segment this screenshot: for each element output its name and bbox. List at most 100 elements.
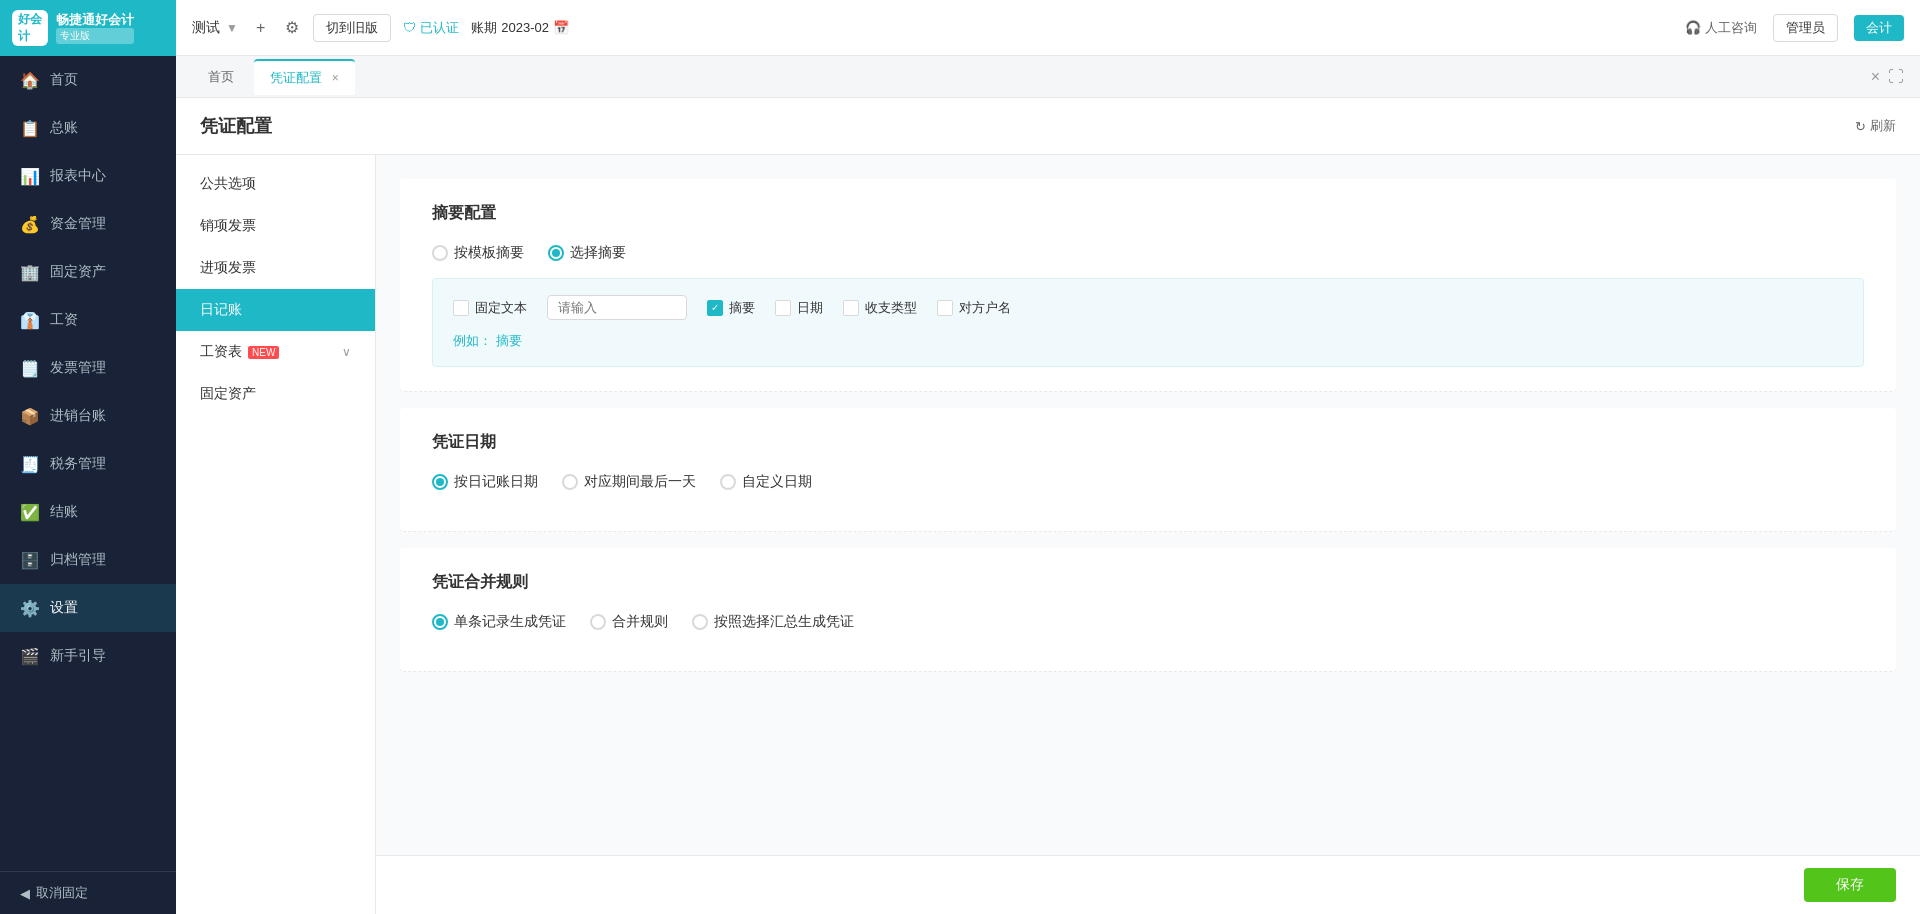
payroll-expand-icon: ∨ [342, 345, 351, 359]
left-nav-purchase-label: 进项发票 [200, 259, 256, 275]
sidebar-item-ledger[interactable]: 📋 总账 [0, 104, 176, 152]
action-bar: 保存 [376, 855, 1920, 914]
checkbox-summary[interactable]: ✓ 摘要 [707, 299, 755, 317]
tab-voucher-config[interactable]: 凭证配置 × [254, 59, 355, 95]
tab-right-actions: × ⛶ [1871, 68, 1904, 86]
checkbox-income-type-box [843, 300, 859, 316]
checkbox-summary-label: 摘要 [729, 299, 755, 317]
tab-home[interactable]: 首页 [192, 60, 250, 94]
cancel-fixed-button[interactable]: ◀ 取消固定 [20, 884, 156, 902]
topbar-actions: + ⚙ 切到旧版 [250, 14, 391, 42]
merge-radio-single[interactable]: 单条记录生成凭证 [432, 613, 566, 631]
save-button[interactable]: 保存 [1804, 868, 1896, 902]
checkbox-counterpart[interactable]: 对方户名 [937, 299, 1011, 317]
sidebar-item-fund[interactable]: 💰 资金管理 [0, 200, 176, 248]
outer-scroll: 摘要配置 按模板摘要 选择摘要 [376, 155, 1920, 914]
tab-expand-button[interactable]: ⛶ [1888, 68, 1904, 86]
ledger-icon: 📋 [20, 118, 40, 138]
sidebar-item-assets[interactable]: 🏢 固定资产 [0, 248, 176, 296]
sidebar-bottom: ◀ 取消固定 [0, 871, 176, 914]
add-button[interactable]: + [250, 15, 271, 41]
logo-text: 畅捷通好会计 [56, 12, 134, 29]
radio-period-last-label: 对应期间最后一天 [584, 473, 696, 491]
sidebar-item-tax[interactable]: 🧾 税务管理 [0, 440, 176, 488]
sidebar-label-assets: 固定资产 [50, 263, 106, 281]
radio-select-circle [548, 245, 564, 261]
switch-version-button[interactable]: 切到旧版 [313, 14, 391, 42]
company-selector[interactable]: 测试 ▼ [192, 19, 238, 37]
radio-merge-rule-circle [590, 614, 606, 630]
sidebar-item-home[interactable]: 🏠 首页 [0, 56, 176, 104]
example-value: 摘要 [496, 333, 522, 348]
report-icon: 📊 [20, 166, 40, 186]
date-radio-diary[interactable]: 按日记账日期 [432, 473, 538, 491]
invoice-icon: 🗒️ [20, 358, 40, 378]
checkbox-date[interactable]: 日期 [775, 299, 823, 317]
tab-close-button[interactable]: × [1871, 68, 1880, 86]
left-nav-sale-label: 销项发票 [200, 217, 256, 233]
topbar: 测试 ▼ + ⚙ 切到旧版 🛡 已认证 账期 2023-02 📅 🎧 人工咨询 [176, 0, 1920, 56]
sidebar-label-fund: 资金管理 [50, 215, 106, 233]
date-section: 凭证日期 按日记账日期 对应期间最后一天 [400, 408, 1896, 532]
checkbox-income-type[interactable]: 收支类型 [843, 299, 917, 317]
merge-section: 凭证合并规则 单条记录生成凭证 合并规则 [400, 548, 1896, 672]
radio-merge-rule-label: 合并规则 [612, 613, 668, 631]
left-nav-public-label: 公共选项 [200, 175, 256, 191]
sidebar: 好会计 畅捷通好会计 专业版 🏠 首页 📋 总账 📊 报表中心 💰 资金管理 [0, 0, 176, 914]
left-nav-fixed[interactable]: 固定资产 [176, 373, 375, 415]
sidebar-label-tax: 税务管理 [50, 455, 106, 473]
left-nav-purchase[interactable]: 进项发票 [176, 247, 375, 289]
consult-button[interactable]: 🎧 人工咨询 [1685, 19, 1757, 37]
left-nav-public[interactable]: 公共选项 [176, 163, 375, 205]
left-nav-diary[interactable]: 日记账 [176, 289, 375, 331]
fixed-text-input[interactable] [547, 295, 687, 320]
sidebar-item-invoice[interactable]: 🗒️ 发票管理 [0, 344, 176, 392]
radio-diary-date-circle [432, 474, 448, 490]
sidebar-scroll: 🏠 首页 📋 总账 📊 报表中心 💰 资金管理 🏢 固定资产 👔 工资 [0, 56, 176, 871]
verified-badge: 🛡 已认证 [403, 19, 459, 37]
summary-config-row: 固定文本 ✓ 摘要 日期 [453, 295, 1843, 320]
purchase-sale-icon: 📦 [20, 406, 40, 426]
sidebar-label-close: 结账 [50, 503, 78, 521]
tab-voucher-label: 凭证配置 [270, 70, 322, 85]
period-label: 账期 [471, 19, 497, 37]
left-nav-sale[interactable]: 销项发票 [176, 205, 375, 247]
sidebar-label-home: 首页 [50, 71, 78, 89]
summary-title: 摘要配置 [432, 203, 1864, 224]
merge-radio-select[interactable]: 按照选择汇总生成凭证 [692, 613, 854, 631]
left-nav-payroll[interactable]: 工资表 NEW ∨ [176, 331, 375, 373]
consult-label: 人工咨询 [1705, 19, 1757, 37]
checkbox-fixed-text[interactable]: 固定文本 [453, 299, 527, 317]
checkbox-date-box [775, 300, 791, 316]
radio-diary-date-label: 按日记账日期 [454, 473, 538, 491]
sidebar-item-archive[interactable]: 🗄️ 归档管理 [0, 536, 176, 584]
sidebar-item-report[interactable]: 📊 报表中心 [0, 152, 176, 200]
settings-icon: ⚙️ [20, 598, 40, 618]
archive-icon: 🗄️ [20, 550, 40, 570]
sidebar-item-payroll[interactable]: 👔 工资 [0, 296, 176, 344]
summary-radio-select[interactable]: 选择摘要 [548, 244, 626, 262]
sidebar-item-settings[interactable]: ⚙️ 设置 [0, 584, 176, 632]
merge-radio-rule[interactable]: 合并规则 [590, 613, 668, 631]
accountant-button[interactable]: 会计 [1854, 15, 1904, 41]
content-area: 凭证配置 ↻ 刷新 公共选项 销项发票 进项发票 [176, 98, 1920, 914]
sidebar-item-close[interactable]: ✅ 结账 [0, 488, 176, 536]
summary-radio-template[interactable]: 按模板摘要 [432, 244, 524, 262]
sidebar-item-guide[interactable]: 🎬 新手引导 [0, 632, 176, 680]
main-area: 测试 ▼ + ⚙ 切到旧版 🛡 已认证 账期 2023-02 📅 🎧 人工咨询 [176, 0, 1920, 914]
sidebar-logo: 好会计 畅捷通好会计 专业版 [0, 0, 176, 56]
date-radio-custom[interactable]: 自定义日期 [720, 473, 812, 491]
tab-home-label: 首页 [208, 69, 234, 84]
refresh-label: 刷新 [1870, 117, 1896, 135]
date-radio-period-last[interactable]: 对应期间最后一天 [562, 473, 696, 491]
tab-close-icon[interactable]: × [332, 71, 339, 85]
sidebar-item-purchase-sale[interactable]: 📦 进销台账 [0, 392, 176, 440]
refresh-button[interactable]: ↻ 刷新 [1855, 117, 1896, 135]
company-name: 测试 [192, 19, 220, 37]
settings-button[interactable]: ⚙ [279, 14, 305, 41]
tab-bar: 首页 凭证配置 × × ⛶ [176, 56, 1920, 98]
manager-button[interactable]: 管理员 [1773, 14, 1838, 42]
checkbox-date-label: 日期 [797, 299, 823, 317]
calendar-icon: 📅 [553, 20, 569, 35]
checkbox-fixed-text-box [453, 300, 469, 316]
